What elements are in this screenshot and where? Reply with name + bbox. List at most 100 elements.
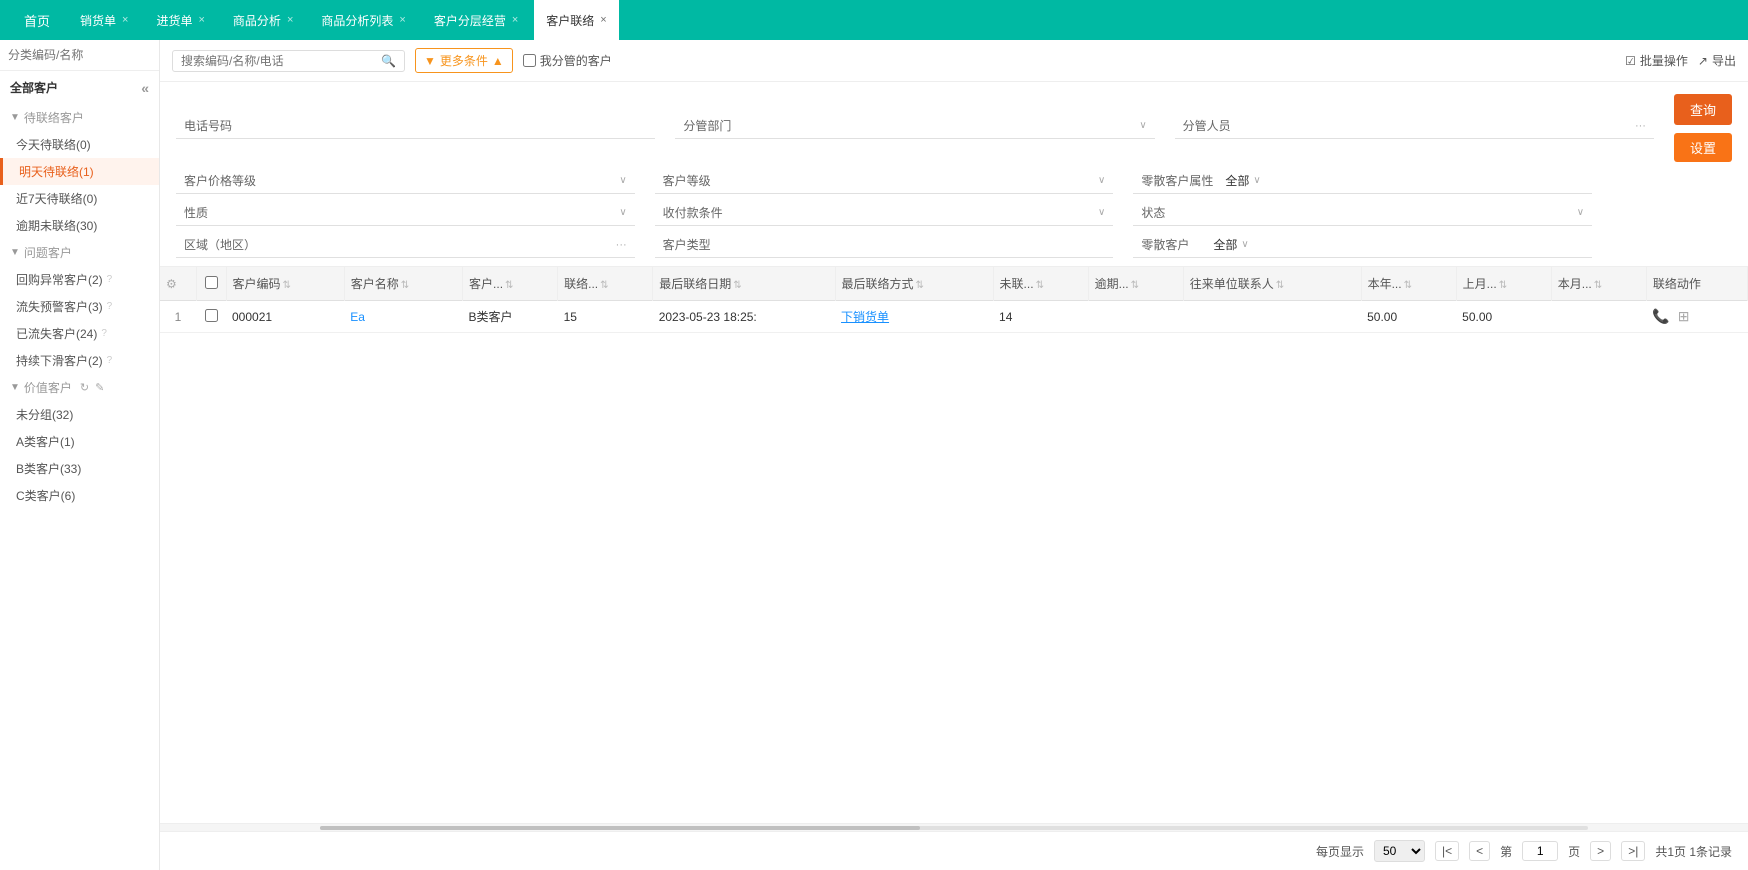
my-customers-checkbox[interactable] [523,54,536,67]
action-phone-icon[interactable]: 📞 [1652,308,1669,325]
sidebar-item-b-class[interactable]: B类客户(33) [0,455,159,482]
sidebar-item-today-pending[interactable]: 今天待联络(0) [0,131,159,158]
help-icon-3[interactable]: ? [107,355,113,366]
next-page-btn[interactable]: > [1590,841,1611,861]
sidebar-item-declining[interactable]: 持续下滑客户(2) ? [0,347,159,374]
filter-row-3: 性质 ∨ 收付款条件 ∨ 状态 ∨ [176,200,1732,226]
dropdown-arrow-icon4[interactable]: ∨ [1253,175,1260,186]
sort-name-icon[interactable]: ⇅ [401,280,409,291]
row-last-date: 2023-05-23 18:25: [653,301,835,333]
sidebar-item-c-class[interactable]: C类客户(6) [0,482,159,509]
query-button[interactable]: 查询 [1674,94,1732,125]
sort-unitcontact-icon[interactable]: ⇅ [1276,280,1284,291]
nav-tab-3[interactable]: 商品分析列表 × [309,0,417,40]
last-page-btn[interactable]: >| [1621,841,1645,861]
filter-row-2: 客户价格等级 ∨ 客户等级 ∨ 零散客户属性 全部 ∨ [176,168,1732,194]
col-checkbox [196,267,226,301]
sidebar-search-input[interactable] [8,48,160,62]
row-checkbox-cell [196,301,226,333]
close-tab-0-icon[interactable]: × [122,14,128,26]
total-records: 共1页 1条记录 [1655,843,1732,860]
sidebar-item-churned[interactable]: 已流失客户(24) ? [0,320,159,347]
dropdown-arrow-icon2[interactable]: ∨ [619,175,626,186]
per-page-select[interactable]: 50 100 200 [1374,840,1425,862]
nav-tab-2[interactable]: 商品分析 × [221,0,305,40]
action-grid-icon[interactable]: ⊞ [1678,308,1690,325]
page-input[interactable] [1522,841,1558,861]
search-icon[interactable]: 🔍 [381,54,396,68]
per-page-label: 每页显示 [1316,843,1364,860]
sort-contacts-icon[interactable]: ⇅ [600,280,608,291]
close-tab-2-icon[interactable]: × [287,14,293,26]
value-group-label: ▼ 价值客户 ↻ ✎ [0,374,159,401]
nav-tab-1[interactable]: 进货单 × [144,0,216,40]
scrollbar-thumb[interactable] [320,826,920,830]
close-tab-4-icon[interactable]: × [512,14,518,26]
dropdown-arrow-icon8[interactable]: ∨ [1241,239,1248,250]
close-tab-5-icon[interactable]: × [600,14,606,26]
dropdown-arrow-icon5[interactable]: ∨ [619,207,626,218]
sort-nocontact-icon[interactable]: ⇅ [1036,280,1044,291]
batch-ops-btn[interactable]: ☑ 批量操作 [1625,52,1688,69]
search-input[interactable] [181,54,381,68]
sort-lastmethod-icon[interactable]: ⇅ [916,280,924,291]
sidebar-item-ungrouped[interactable]: 未分组(32) [0,401,159,428]
sort-type-icon[interactable]: ⇅ [505,280,513,291]
pending-group-label: ▼ 待联络客户 [0,104,159,131]
help-icon-2[interactable]: ? [101,328,107,339]
close-tab-3-icon[interactable]: × [399,14,405,26]
row-num: 1 [160,301,196,333]
nav-home[interactable]: 首页 [10,0,64,40]
export-btn[interactable]: ↗ 导出 [1698,52,1736,69]
sidebar-item-churn-warning[interactable]: 流失预警客户(3) ? [0,293,159,320]
sidebar-search-wrap: 🔍 [0,40,159,71]
row-checkbox[interactable] [205,309,218,322]
more-btn-icon2[interactable]: ··· [616,239,627,251]
filter-more-btn[interactable]: ▼ 更多条件 ▲ [415,48,513,73]
sort-lastdate-icon[interactable]: ⇅ [733,280,741,291]
sidebar-item-a-class[interactable]: A类客户(1) [0,428,159,455]
dropdown-arrow-icon7[interactable]: ∨ [1577,207,1584,218]
more-btn-icon[interactable]: ··· [1635,120,1646,132]
sort-overdue-icon[interactable]: ⇅ [1131,280,1139,291]
sidebar-item-7day-pending[interactable]: 近7天待联络(0) [0,185,159,212]
sort-lastmonth-icon[interactable]: ⇅ [1499,280,1507,291]
arrow-down-icon2: ▼ [10,247,20,258]
my-customers-check[interactable]: 我分管的客户 [523,52,612,69]
scrollbar-area[interactable] [160,823,1748,831]
help-icon-0[interactable]: ? [107,274,113,285]
sort-code-icon[interactable]: ⇅ [283,280,291,291]
filter-customer-type: 客户类型 [655,232,1114,258]
nav-tab-0[interactable]: 销货单 × [68,0,140,40]
refresh-icon[interactable]: ↻ [80,381,89,394]
nav-tab-5[interactable]: 客户联络 × [534,0,618,40]
close-tab-1-icon[interactable]: × [198,14,204,26]
row-this-month [1551,301,1646,333]
col-overdue: 逾期...⇅ [1088,267,1183,301]
row-action: 📞 ⊞ [1646,301,1747,333]
sort-thismonth-icon[interactable]: ⇅ [1594,280,1602,291]
help-icon-1[interactable]: ? [107,301,113,312]
edit-icon[interactable]: ✎ [95,381,104,394]
dropdown-arrow-icon6[interactable]: ∨ [1098,207,1105,218]
sidebar-item-repurchase-abnormal[interactable]: 回购异常客户(2) ? [0,266,159,293]
first-page-btn[interactable]: |< [1435,841,1459,861]
settings-button[interactable]: 设置 [1674,133,1732,162]
sidebar-item-overdue-pending[interactable]: 逾期未联络(30) [0,212,159,239]
select-all-checkbox[interactable] [205,276,218,289]
filter-actions: 查询 设置 [1674,90,1732,162]
row-last-method-link[interactable]: 下销货单 [841,310,889,324]
sidebar-item-tomorrow-pending[interactable]: 明天待联络(1) [0,158,159,185]
dropdown-arrow-icon[interactable]: ∨ [1139,120,1146,131]
table-footer: 每页显示 50 100 200 |< < 第 页 > >| 共1页 1条记录 [160,831,1748,870]
nav-tab-4[interactable]: 客户分层经营 × [422,0,530,40]
search-input-wrap: 🔍 [172,50,405,72]
all-customers-title[interactable]: 全部客户 « [0,71,159,104]
row-unit-contact [1183,301,1361,333]
page-suffix: 页 [1568,843,1580,860]
sort-thisyear-icon[interactable]: ⇅ [1404,280,1412,291]
dropdown-arrow-icon3[interactable]: ∨ [1098,175,1105,186]
prev-page-btn[interactable]: < [1469,841,1490,861]
gear-icon[interactable]: ⚙ [166,277,177,291]
problem-group-label: ▼ 问题客户 [0,239,159,266]
